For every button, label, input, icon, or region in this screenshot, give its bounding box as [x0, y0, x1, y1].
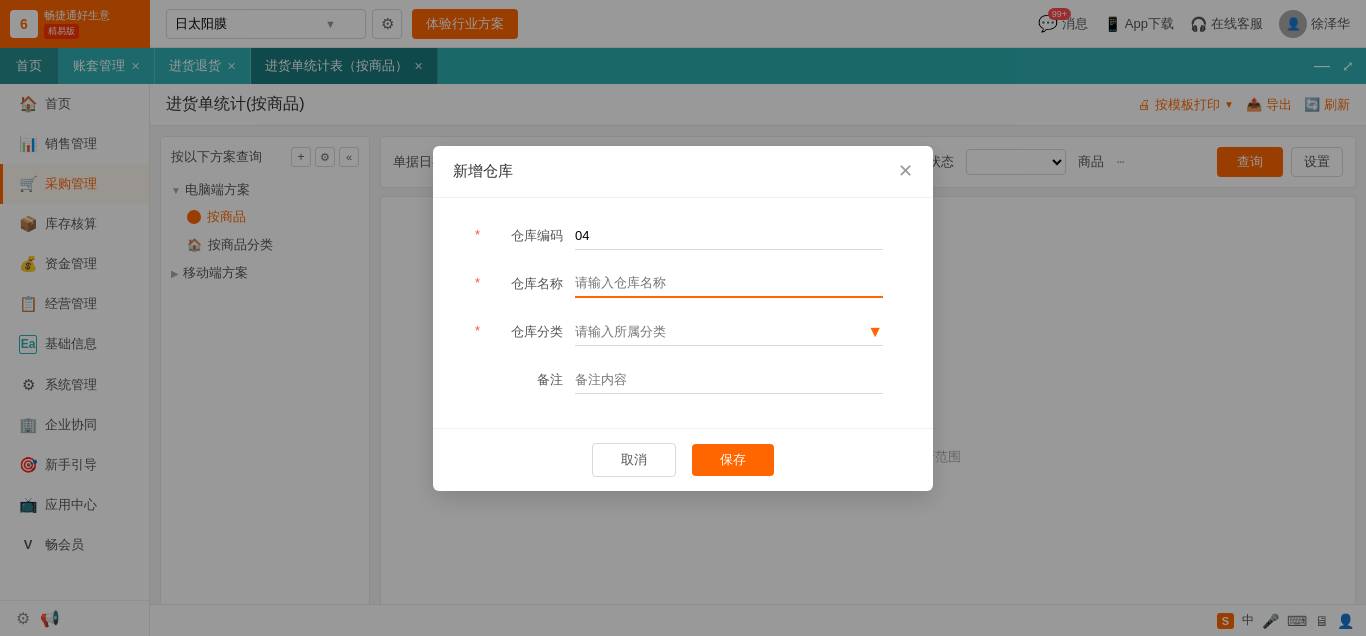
form-row-remark: 备注	[483, 366, 883, 394]
modal-footer: 取消 保存	[433, 428, 933, 491]
form-row-name: * 仓库名称	[483, 270, 883, 298]
name-label: * 仓库名称	[483, 275, 563, 293]
code-label: * 仓库编码	[483, 227, 563, 245]
form-row-category: * 仓库分类 ▼	[483, 318, 883, 346]
name-input[interactable]	[575, 270, 883, 298]
code-input[interactable]	[575, 222, 883, 250]
modal-overlay: 新增仓库 ✕ * 仓库编码 * 仓库名称	[0, 0, 1366, 636]
remark-label: 备注	[483, 371, 563, 389]
remark-input[interactable]	[575, 366, 883, 394]
modal-close-icon[interactable]: ✕	[898, 162, 913, 180]
category-label: * 仓库分类	[483, 323, 563, 341]
modal-body: * 仓库编码 * 仓库名称 * 仓库分类	[433, 198, 933, 428]
modal: 新增仓库 ✕ * 仓库编码 * 仓库名称	[433, 146, 933, 491]
save-button[interactable]: 保存	[692, 444, 774, 476]
cancel-button[interactable]: 取消	[592, 443, 676, 477]
modal-header: 新增仓库 ✕	[433, 146, 933, 198]
form-row-code: * 仓库编码	[483, 222, 883, 250]
category-select-wrapper: ▼	[575, 318, 883, 346]
modal-title: 新增仓库	[453, 162, 513, 181]
category-input[interactable]	[575, 318, 883, 346]
category-chevron-icon: ▼	[867, 323, 883, 341]
